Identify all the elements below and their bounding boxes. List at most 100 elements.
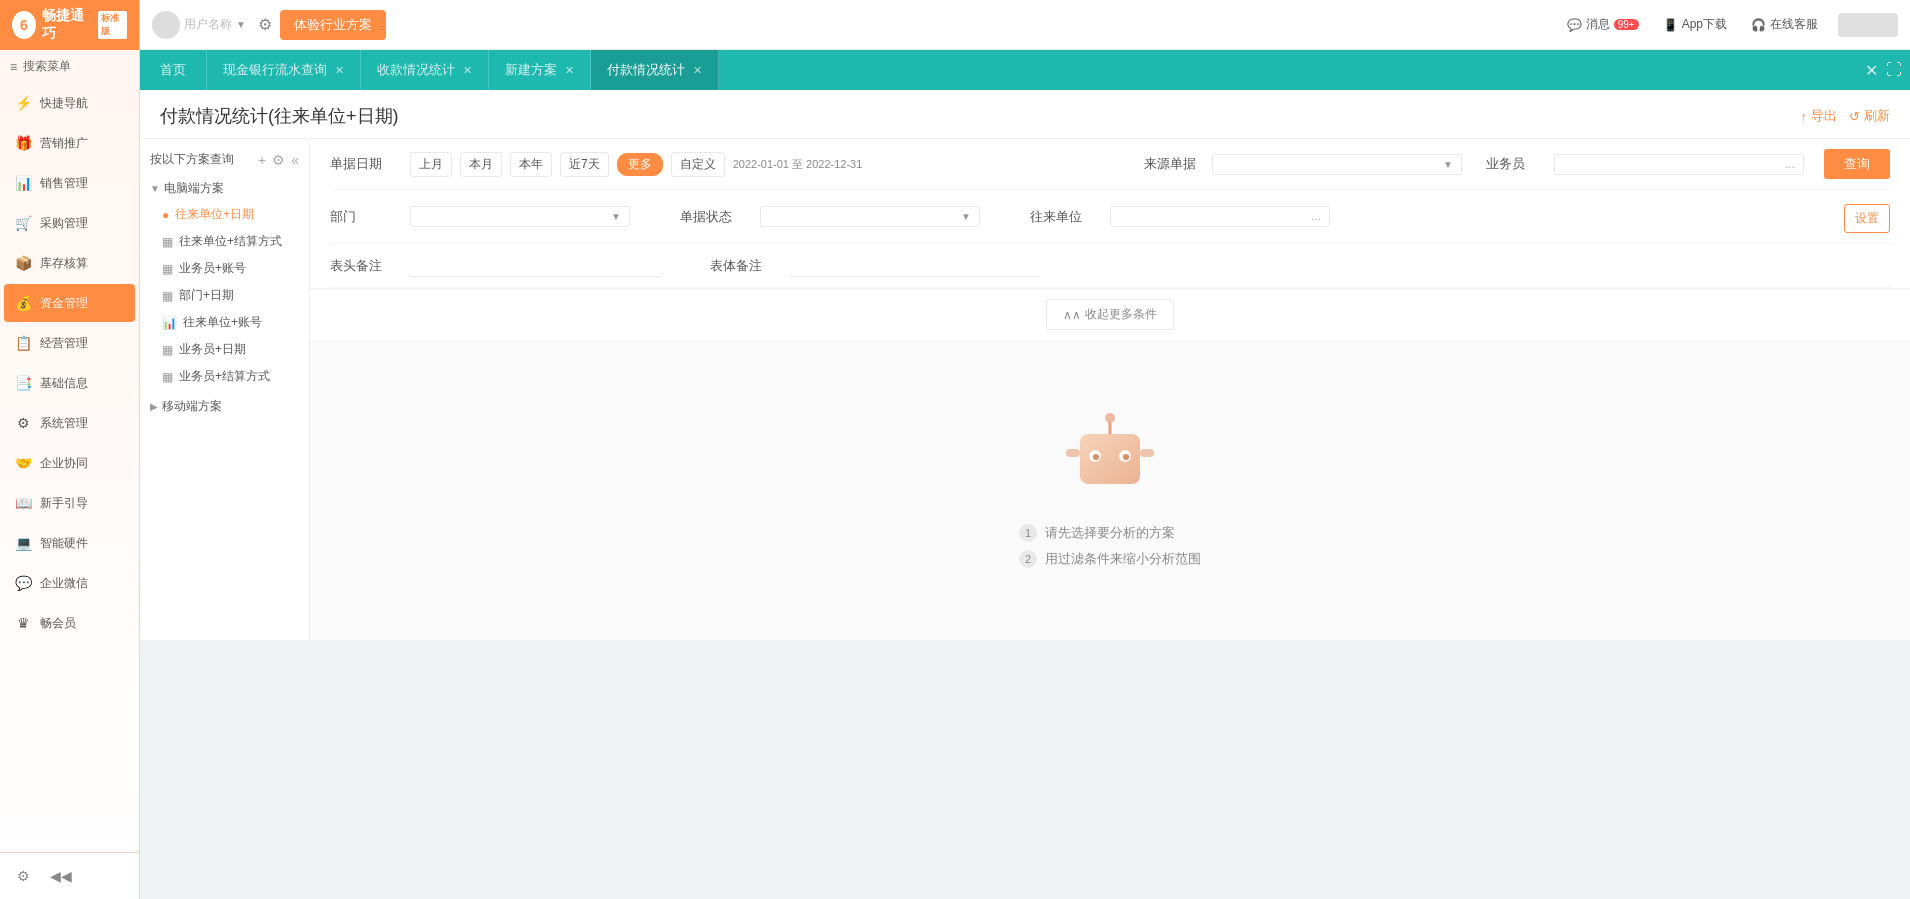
svg-rect-7 <box>1066 449 1080 457</box>
doc-status-select[interactable]: ▼ <box>760 206 980 227</box>
sidebar-item-label: 基础信息 <box>40 375 88 392</box>
sidebar-item-enterprise[interactable]: 🤝 企业协同 <box>4 444 135 482</box>
tab-bank-flow[interactable]: 现金银行流水查询 ✕ <box>207 50 361 90</box>
svg-rect-0 <box>1080 434 1140 484</box>
date-btn-custom[interactable]: 自定义 <box>671 152 725 177</box>
svg-rect-8 <box>1140 449 1154 457</box>
date-label: 单据日期 <box>330 155 390 173</box>
scheme-group-pc-header[interactable]: ▼ 电脑端方案 <box>140 176 309 201</box>
tab-receipts-stat[interactable]: 收款情况统计 ✕ <box>361 50 489 90</box>
sidebar: 6 畅捷通巧 标准版 ≡ 搜索菜单 ⚡ 快捷导航 🎁 营销推广 📊 销售管理 🛒… <box>0 0 140 899</box>
sidebar-item-vip[interactable]: ♛ 畅会员 <box>4 604 135 642</box>
pc-group-label: 电脑端方案 <box>164 180 224 197</box>
date-btn-last-month[interactable]: 上月 <box>410 152 452 177</box>
sidebar-item-marketing[interactable]: 🎁 营销推广 <box>4 124 135 162</box>
date-btn-this-month[interactable]: 本月 <box>460 152 502 177</box>
date-btn-this-year[interactable]: 本年 <box>510 152 552 177</box>
scheme-group-mobile-header[interactable]: ▶ 移动端方案 <box>140 394 309 419</box>
scheme-item-label: 部门+日期 <box>179 287 234 304</box>
sidebar-item-label: 销售管理 <box>40 175 88 192</box>
sidebar-item-inventory[interactable]: 📦 库存核算 <box>4 244 135 282</box>
topbar: 用户名称 ▼ ⚙ 体验行业方案 💬 消息 99+ 📱 App下载 🎧 在线客服 <box>140 0 1910 50</box>
collapse-more-btn[interactable]: ∧∧ 收起更多条件 <box>1046 299 1174 330</box>
topbar-gear-icon[interactable]: ⚙ <box>258 15 272 34</box>
refresh-icon: ↺ <box>1849 109 1860 124</box>
source-select[interactable]: ▼ <box>1212 154 1462 175</box>
sidebar-item-label: 库存核算 <box>40 255 88 272</box>
topbar-app-download[interactable]: 📱 App下载 <box>1663 16 1727 33</box>
scheme-item-icon: ▦ <box>162 289 173 303</box>
tab-bank-flow-close[interactable]: ✕ <box>335 64 344 77</box>
sidebar-item-operation[interactable]: 📋 经营管理 <box>4 324 135 362</box>
system-icon: ⚙ <box>14 414 32 432</box>
set-btn[interactable]: 设置 <box>1844 204 1890 233</box>
sidebar-item-system[interactable]: ⚙ 系统管理 <box>4 404 135 442</box>
sidebar-item-label: 快捷导航 <box>40 95 88 112</box>
export-btn[interactable]: ↑ 导出 <box>1801 107 1838 125</box>
scheme-item-partner-settlement[interactable]: ▦ 往来单位+结算方式 <box>140 228 309 255</box>
download-icon: 📱 <box>1663 18 1678 32</box>
filter-row-3: 表头备注 表体备注 <box>330 244 1890 288</box>
trial-btn[interactable]: 体验行业方案 <box>280 10 386 40</box>
sidebar-item-smart-hw[interactable]: 💻 智能硬件 <box>4 524 135 562</box>
tab-new-scheme[interactable]: 新建方案 ✕ <box>489 50 591 90</box>
scheme-collapse-btn[interactable]: « <box>291 152 299 168</box>
scheme-item-label: 往来单位+日期 <box>175 206 254 223</box>
user-chevron-icon: ▼ <box>236 19 246 30</box>
sidebar-item-capital[interactable]: 💰 资金管理 <box>4 284 135 322</box>
sidebar-item-label: 营销推广 <box>40 135 88 152</box>
query-btn[interactable]: 查询 <box>1824 149 1890 179</box>
edition-badge: 标准版 <box>98 11 127 39</box>
dept-select[interactable]: ▼ <box>410 206 630 227</box>
sidebar-item-search-menu[interactable]: ≡ 搜索菜单 <box>0 50 139 83</box>
partner-select[interactable]: … <box>1110 206 1330 227</box>
scheme-add-btn[interactable]: + <box>258 152 266 168</box>
collapse-sidebar-btn[interactable]: ◀◀ <box>46 861 76 891</box>
tab-home[interactable]: 首页 <box>140 50 207 90</box>
tab-new-scheme-close[interactable]: ✕ <box>565 64 574 77</box>
tab-fullscreen-btn[interactable]: ⛶ <box>1886 61 1902 79</box>
salesman-select[interactable]: … <box>1554 154 1804 175</box>
scheme-item-dept-date[interactable]: ▦ 部门+日期 <box>140 282 309 309</box>
service-icon: 🎧 <box>1751 18 1766 32</box>
online-service-label: 在线客服 <box>1770 16 1818 33</box>
source-label: 来源单据 <box>1144 155 1204 173</box>
settings-bottom-btn[interactable]: ⚙ <box>8 861 38 891</box>
svg-point-4 <box>1123 454 1129 460</box>
date-btn-more[interactable]: 更多 <box>617 153 663 176</box>
empty-illustration <box>1060 404 1160 504</box>
scheme-item-salesman-date[interactable]: ▦ 业务员+日期 <box>140 336 309 363</box>
tabbar-actions: ✕ ⛶ <box>1857 50 1910 90</box>
sidebar-item-sales[interactable]: 📊 销售管理 <box>4 164 135 202</box>
scheme-item-salesman-account[interactable]: ▦ 业务员+账号 <box>140 255 309 282</box>
topbar-messages[interactable]: 💬 消息 99+ <box>1567 16 1639 33</box>
topbar-online-service[interactable]: 🎧 在线客服 <box>1751 16 1818 33</box>
sidebar-item-label: 系统管理 <box>40 415 88 432</box>
scheme-setting-btn[interactable]: ⚙ <box>272 152 285 168</box>
tab-payment-stat[interactable]: 付款情况统计 ✕ <box>591 50 719 90</box>
scheme-item-label: 往来单位+结算方式 <box>179 233 282 250</box>
sidebar-item-basic-info[interactable]: 📑 基础信息 <box>4 364 135 402</box>
scheme-item-salesman-settlement[interactable]: ▦ 业务员+结算方式 <box>140 363 309 390</box>
header-note-input[interactable] <box>410 254 660 277</box>
body-note-input[interactable] <box>790 254 1040 277</box>
export-label: 导出 <box>1811 107 1837 125</box>
scheme-item-partner-date[interactable]: ● 往来单位+日期 <box>140 201 309 228</box>
scheme-panel-actions: + ⚙ « <box>258 152 299 168</box>
sidebar-item-quick-nav[interactable]: ⚡ 快捷导航 <box>4 84 135 122</box>
scheme-panel-header: 按以下方案查询 + ⚙ « <box>140 147 309 176</box>
scheme-item-partner-account[interactable]: 📊 往来单位+账号 <box>140 309 309 336</box>
dept-label: 部门 <box>330 208 390 226</box>
tab-receipts-stat-label: 收款情况统计 <box>377 61 455 79</box>
sidebar-item-wechat[interactable]: 💬 企业微信 <box>4 564 135 602</box>
refresh-btn[interactable]: ↺ 刷新 <box>1849 107 1890 125</box>
date-btn-7days[interactable]: 近7天 <box>560 152 609 177</box>
sidebar-item-newbie[interactable]: 📖 新手引导 <box>4 484 135 522</box>
tab-close-all-btn[interactable]: ✕ <box>1865 61 1878 80</box>
topbar-user-info: 用户名称 ▼ <box>152 11 246 39</box>
sidebar-item-purchase[interactable]: 🛒 采购管理 <box>4 204 135 242</box>
tab-payment-stat-close[interactable]: ✕ <box>693 64 702 77</box>
tab-receipts-stat-close[interactable]: ✕ <box>463 64 472 77</box>
scheme-item-label: 往来单位+账号 <box>183 314 262 331</box>
operation-icon: 📋 <box>14 334 32 352</box>
